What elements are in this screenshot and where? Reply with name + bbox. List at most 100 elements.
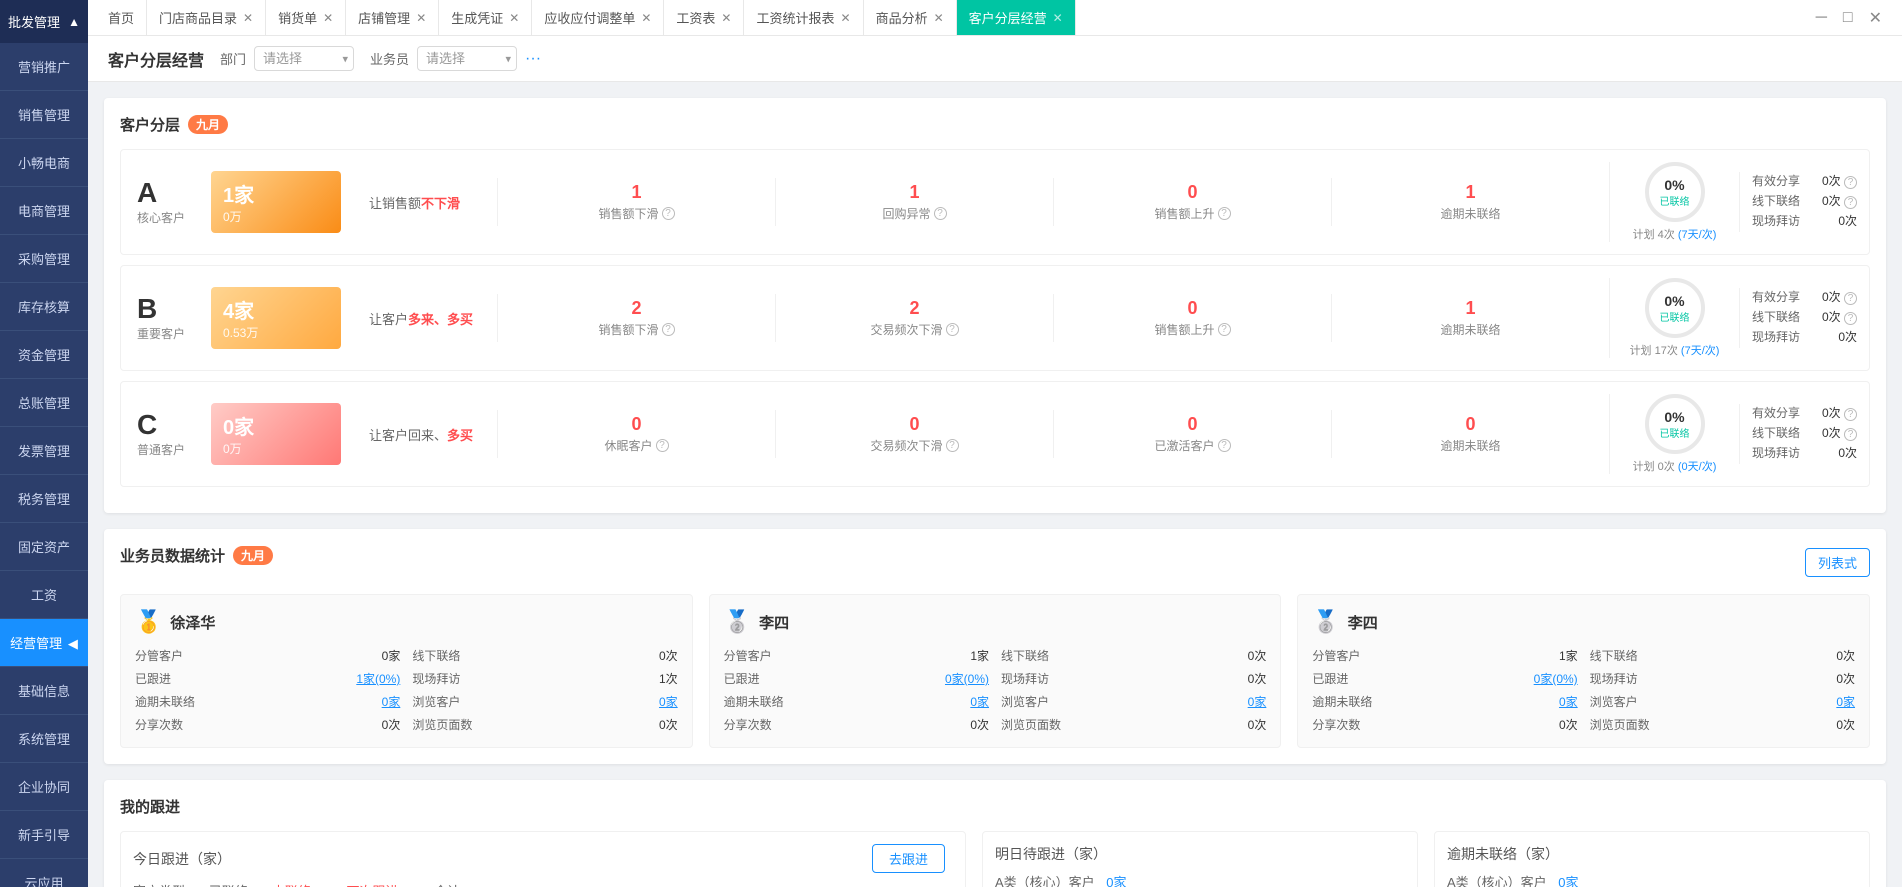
- biz-stats-title: 业务员数据统计 九月: [120, 545, 273, 566]
- sidebar-item-guide[interactable]: 新手引导: [0, 811, 88, 859]
- medal-gold-icon: 🥇: [135, 609, 162, 635]
- tab-close-store-products[interactable]: ✕: [243, 11, 253, 25]
- followup-content: 今日跟进（家） 去跟进 客户类型 已联络 未联络 ● 下次跟进 ● 合计 明日待…: [120, 831, 1870, 887]
- goto-followup-button[interactable]: 去跟进: [872, 844, 945, 873]
- tabs-actions: ─ □ ✕: [1804, 8, 1894, 28]
- tab-voucher[interactable]: 生成凭证 ✕: [439, 0, 532, 36]
- tab-sales-order[interactable]: 销货单 ✕: [266, 0, 346, 36]
- sidebar-item-marketing[interactable]: 营销推广: [0, 43, 88, 91]
- tier-a-stat-0[interactable]: 1 销售额下滑 ?: [497, 178, 775, 226]
- staff-select[interactable]: 请选择: [417, 46, 517, 71]
- biz-card-0-grid: 分管客户0家 线下联络0次 已跟进1家(0%) 现场拜访1次 逾期未联络0家 浏…: [135, 647, 678, 733]
- sidebar-item-cloud[interactable]: 云应用: [0, 859, 88, 887]
- info-icon[interactable]: ?: [1218, 439, 1231, 452]
- dept-filter: 部门 请选择: [220, 46, 354, 71]
- staff-label: 业务员: [370, 49, 409, 68]
- tab-maximize-icon[interactable]: □: [1839, 9, 1857, 27]
- tier-a-visit: 现场拜访 0次: [1752, 212, 1857, 229]
- info-icon[interactable]: ?: [934, 207, 947, 220]
- sidebar-item-inventory[interactable]: 库存核算: [0, 283, 88, 331]
- sidebar-item-salary[interactable]: 工资: [0, 571, 88, 619]
- sidebar-item-purchase[interactable]: 采购管理: [0, 235, 88, 283]
- tier-b-stat-0[interactable]: 2 销售额下滑 ?: [497, 294, 775, 342]
- info-icon[interactable]: ?: [946, 439, 959, 452]
- tier-c-stat-0[interactable]: 0 休眠客户 ?: [497, 410, 775, 458]
- info-icon[interactable]: ?: [656, 439, 669, 452]
- tab-close-product-analysis[interactable]: ✕: [934, 11, 944, 25]
- sidebar-item-tax[interactable]: 税务管理: [0, 475, 88, 523]
- tier-b-label: B 重要客户: [121, 295, 211, 342]
- customer-month-badge: 九月: [188, 115, 228, 134]
- page-title: 客户分层经营: [108, 47, 204, 71]
- tab-store-mgmt[interactable]: 店铺管理 ✕: [346, 0, 439, 36]
- tab-close-ar-ap[interactable]: ✕: [641, 11, 651, 25]
- tab-payroll-report[interactable]: 工资统计报表 ✕: [744, 0, 863, 36]
- tier-a-side-metrics: 有效分享 0次 ? 线下联络 0次 ? 现场拜访 0次: [1739, 172, 1869, 232]
- sidebar-item-ecommerce-small[interactable]: 小畅电商: [0, 139, 88, 187]
- tab-close-payroll[interactable]: ✕: [721, 11, 731, 25]
- tier-b-contact-plan: 计划 17次 (7天/次): [1630, 342, 1720, 358]
- sidebar-item-invoice[interactable]: 发票管理: [0, 427, 88, 475]
- tier-c-count[interactable]: 0家 0万: [211, 403, 341, 465]
- tab-close-customer-tier[interactable]: ✕: [1053, 11, 1063, 25]
- today-followup-table-header: 客户类型 已联络 未联络 ● 下次跟进 ● 合计: [133, 881, 953, 887]
- tier-a-stat-2[interactable]: 0 销售额上升 ?: [1053, 178, 1331, 226]
- tier-a-label: A 核心客户: [121, 179, 211, 226]
- dept-select-wrapper: 请选择: [254, 46, 354, 71]
- tab-close-payroll-report[interactable]: ✕: [841, 11, 851, 25]
- tier-c-contact-plan: 计划 0次 (0天/次): [1633, 458, 1717, 474]
- tier-c-stat-2[interactable]: 0 已激活客户 ?: [1053, 410, 1331, 458]
- sidebar-collapse-icon[interactable]: ▲: [68, 15, 80, 29]
- tier-c-stat-1[interactable]: 0 交易频次下滑 ?: [775, 410, 1053, 458]
- tier-b-stat-1[interactable]: 2 交易频次下滑 ?: [775, 294, 1053, 342]
- tier-a-count[interactable]: 1家 0万: [211, 171, 341, 233]
- tab-close-sales-order[interactable]: ✕: [323, 11, 333, 25]
- tab-close-store-mgmt[interactable]: ✕: [416, 11, 426, 25]
- more-options-icon[interactable]: ···: [525, 50, 541, 68]
- info-icon[interactable]: ?: [662, 207, 675, 220]
- tab-close-all-icon[interactable]: ✕: [1865, 8, 1886, 28]
- tier-a-stat-1[interactable]: 1 回购异常 ?: [775, 178, 1053, 226]
- sidebar-item-sales[interactable]: 销售管理: [0, 91, 88, 139]
- tier-b-count[interactable]: 4家 0.53万: [211, 287, 341, 349]
- tab-customer-tier[interactable]: 客户分层经营 ✕: [957, 0, 1076, 36]
- info-icon[interactable]: ?: [1844, 408, 1857, 421]
- sidebar-item-assets[interactable]: 固定资产: [0, 523, 88, 571]
- info-icon[interactable]: ?: [946, 323, 959, 336]
- sidebar-item-ledger[interactable]: 总账管理: [0, 379, 88, 427]
- info-icon[interactable]: ?: [1844, 292, 1857, 305]
- list-view-button[interactable]: 列表式: [1805, 548, 1870, 577]
- tab-minimize-icon[interactable]: ─: [1812, 9, 1831, 27]
- followup-section: 我的跟进 今日跟进（家） 去跟进 客户类型 已联络 未联络 ● 下次跟进 ● 合…: [104, 780, 1886, 887]
- tier-b-stat-3[interactable]: 1 逾期未联络: [1331, 294, 1609, 342]
- overdue-followup: 逾期未联络（家） A类（核心）客户 0家: [1434, 831, 1870, 887]
- sidebar-item-management[interactable]: 经营管理 ◀: [0, 619, 88, 667]
- tab-close-voucher[interactable]: ✕: [509, 11, 519, 25]
- sidebar-header[interactable]: 批发管理 ▲: [0, 0, 88, 43]
- info-icon[interactable]: ?: [1844, 196, 1857, 209]
- tier-a-slogan: 让销售额不下滑: [357, 193, 497, 212]
- sidebar-item-system[interactable]: 系统管理: [0, 715, 88, 763]
- medal-silver-icon: 🥈: [724, 609, 751, 635]
- info-icon[interactable]: ?: [1844, 176, 1857, 189]
- info-icon[interactable]: ?: [1844, 312, 1857, 325]
- info-icon[interactable]: ?: [662, 323, 675, 336]
- info-icon[interactable]: ?: [1844, 428, 1857, 441]
- sidebar-item-ecommerce[interactable]: 电商管理: [0, 187, 88, 235]
- tab-payroll[interactable]: 工资表 ✕: [664, 0, 744, 36]
- tab-ar-ap[interactable]: 应收应付调整单 ✕: [532, 0, 664, 36]
- sidebar-item-collab[interactable]: 企业协同: [0, 763, 88, 811]
- sidebar-item-finance[interactable]: 资金管理: [0, 331, 88, 379]
- info-icon[interactable]: ?: [1218, 323, 1231, 336]
- sidebar-item-basic[interactable]: 基础信息: [0, 667, 88, 715]
- tab-store-products[interactable]: 门店商品目录 ✕: [147, 0, 266, 36]
- tier-c-stat-3[interactable]: 0 逾期未联络: [1331, 410, 1609, 458]
- tier-a-stat-3[interactable]: 1 逾期未联络: [1331, 178, 1609, 226]
- biz-card-1-grid: 分管客户1家 线下联络0次 已跟进0家(0%) 现场拜访0次 逾期未联络0家 浏…: [724, 647, 1267, 733]
- tab-product-analysis[interactable]: 商品分析 ✕: [864, 0, 957, 36]
- tab-home[interactable]: 首页: [96, 0, 147, 36]
- tier-b-stat-2[interactable]: 0 销售额上升 ?: [1053, 294, 1331, 342]
- dept-select[interactable]: 请选择: [254, 46, 354, 71]
- staff-select-wrapper: 请选择: [417, 46, 517, 71]
- info-icon[interactable]: ?: [1218, 207, 1231, 220]
